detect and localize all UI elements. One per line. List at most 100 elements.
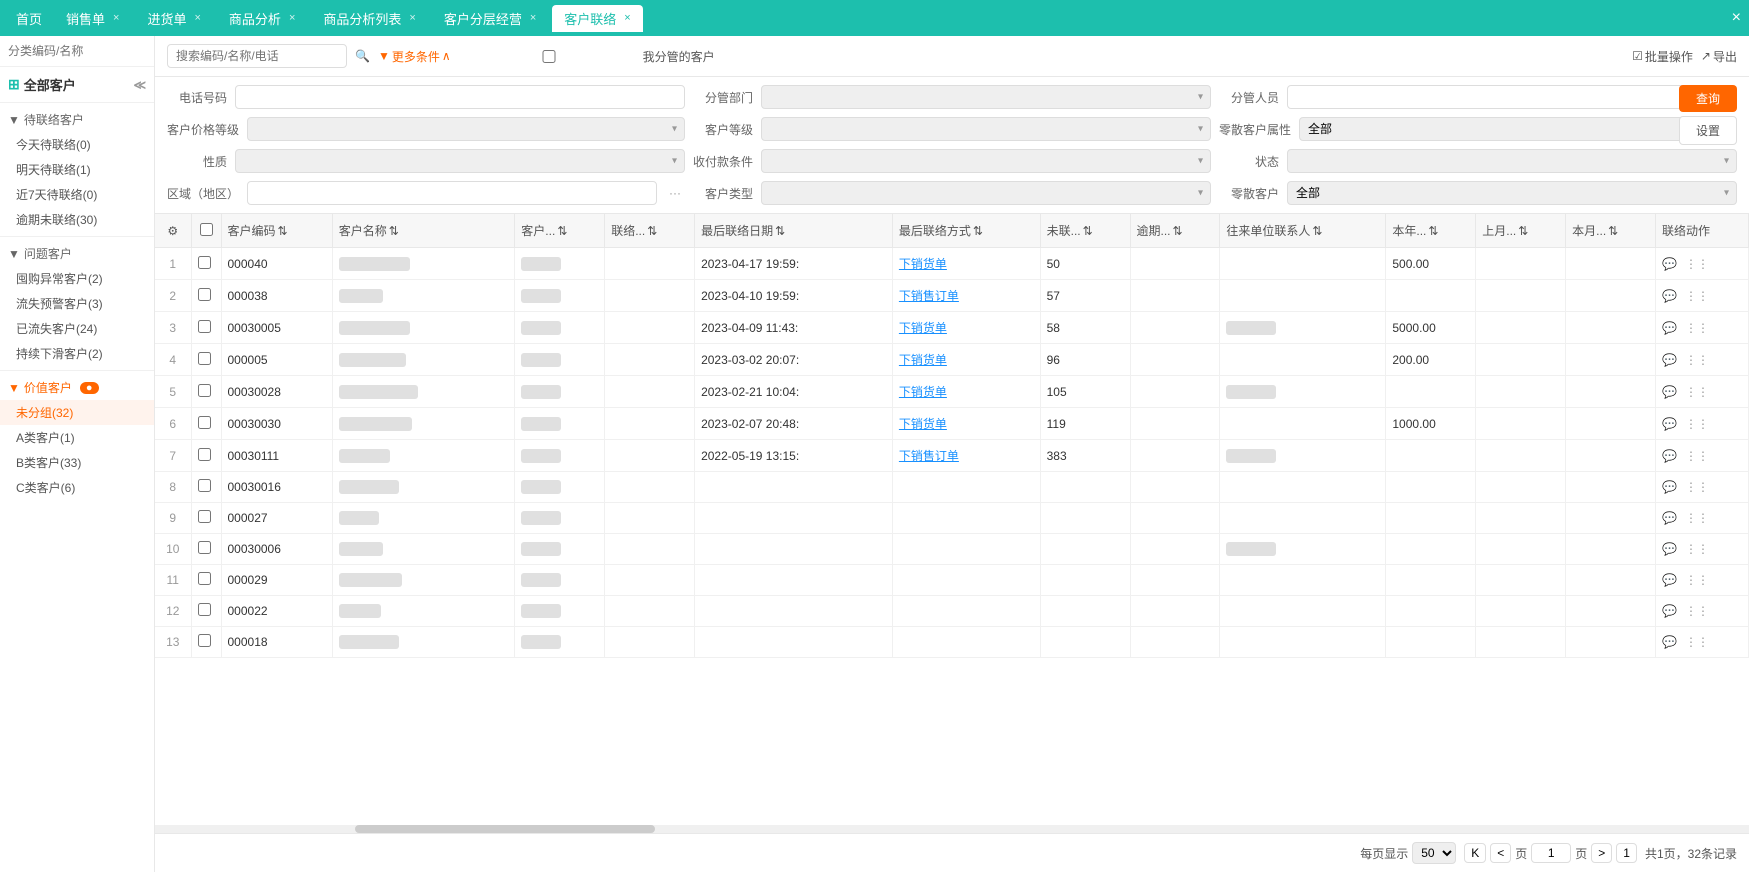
col-overdue[interactable]: 逾期...⇅	[1130, 214, 1220, 248]
message-icon[interactable]: 💬	[1662, 353, 1677, 367]
collapse-sidebar-button[interactable]: ≪	[133, 78, 146, 92]
last-contact-type[interactable]	[892, 627, 1040, 658]
category-search-input[interactable]	[8, 44, 155, 58]
message-icon[interactable]: 💬	[1662, 604, 1677, 618]
customer-name[interactable]	[332, 312, 515, 344]
sidebar-item-overdue-contact[interactable]: 逾期未联络(30)	[0, 207, 154, 232]
customer-type-select[interactable]	[761, 181, 1211, 205]
last-contact-type[interactable]: 下销货单	[892, 408, 1040, 440]
sidebar-group-problem-customers[interactable]: ▼ 问题客户	[0, 241, 154, 266]
retail-customer-select[interactable]: 全部	[1287, 181, 1737, 205]
sidebar-item-tomorrow-contact[interactable]: 明天待联络(1)	[0, 157, 154, 182]
customer-name[interactable]	[332, 376, 515, 408]
col-name[interactable]: 客户名称⇅	[332, 214, 515, 248]
message-icon[interactable]: 💬	[1662, 417, 1677, 431]
tab-purchase-order[interactable]: 进货单 ×	[135, 5, 212, 32]
select-all-checkbox[interactable]	[200, 223, 213, 236]
row-checkbox[interactable]	[191, 248, 221, 280]
manager-input[interactable]	[1287, 85, 1709, 109]
more-actions-icon[interactable]: ⋮⋮	[1685, 511, 1709, 525]
message-icon[interactable]: 💬	[1662, 257, 1677, 271]
customer-level-select[interactable]	[761, 117, 1211, 141]
sidebar-item-7day-contact[interactable]: 近7天待联络(0)	[0, 182, 154, 207]
row-checkbox[interactable]	[191, 376, 221, 408]
row-checkbox[interactable]	[191, 565, 221, 596]
export-button[interactable]: ↗ 导出	[1701, 48, 1737, 65]
my-customers-check[interactable]	[459, 50, 639, 63]
sidebar-item-declining[interactable]: 持续下滑客户(2)	[0, 341, 154, 366]
customer-name[interactable]	[332, 534, 515, 565]
last-contact-type[interactable]: 下销售订单	[892, 440, 1040, 472]
more-actions-icon[interactable]: ⋮⋮	[1685, 257, 1709, 271]
price-level-select[interactable]	[247, 117, 685, 141]
per-page-select[interactable]: 50	[1412, 842, 1456, 864]
more-conditions-button[interactable]: ▼ 更多条件 ∧	[378, 48, 451, 65]
sidebar-item-churn-warning[interactable]: 流失预警客户(3)	[0, 291, 154, 316]
retail-attr-select[interactable]: 全部	[1299, 117, 1737, 141]
last-page-button[interactable]: 1	[1616, 843, 1637, 863]
message-icon[interactable]: 💬	[1662, 480, 1677, 494]
row-checkbox[interactable]	[191, 344, 221, 376]
home-tab[interactable]: 首页	[8, 5, 50, 32]
last-contact-type[interactable]: 下销货单	[892, 376, 1040, 408]
sidebar-group-value-customers[interactable]: ▼ 价值客户 ●	[0, 375, 154, 400]
row-checkbox[interactable]	[191, 534, 221, 565]
row-checkbox[interactable]	[191, 440, 221, 472]
tab-product-analysis[interactable]: 商品分析 ×	[217, 5, 307, 32]
batch-operation-button[interactable]: ☑ 批量操作	[1632, 48, 1693, 65]
customer-name[interactable]	[332, 596, 515, 627]
message-icon[interactable]: 💬	[1662, 542, 1677, 556]
close-purchase-order-icon[interactable]: ×	[194, 12, 200, 24]
row-select-checkbox[interactable]	[198, 288, 211, 301]
sidebar-group-pending-contact[interactable]: ▼ 待联络客户	[0, 107, 154, 132]
col-unlink-days[interactable]: 未联...⇅	[1040, 214, 1130, 248]
row-checkbox[interactable]	[191, 408, 221, 440]
row-select-checkbox[interactable]	[198, 479, 211, 492]
col-cat[interactable]: 客户...⇅	[515, 214, 605, 248]
col-partner[interactable]: 往来单位联系人⇅	[1220, 214, 1386, 248]
row-select-checkbox[interactable]	[198, 448, 211, 461]
row-select-checkbox[interactable]	[198, 320, 211, 333]
row-checkbox[interactable]	[191, 312, 221, 344]
close-product-analysis-list-icon[interactable]: ×	[409, 12, 415, 24]
sidebar-item-class-c[interactable]: C类客户(6)	[0, 475, 154, 500]
last-contact-type[interactable]: 下销售订单	[892, 280, 1040, 312]
first-page-button[interactable]: K	[1464, 843, 1486, 863]
row-select-checkbox[interactable]	[198, 352, 211, 365]
row-checkbox[interactable]	[191, 280, 221, 312]
next-page-button[interactable]: >	[1591, 843, 1612, 863]
last-contact-type[interactable]	[892, 596, 1040, 627]
more-actions-icon[interactable]: ⋮⋮	[1685, 417, 1709, 431]
customer-name[interactable]	[332, 440, 515, 472]
row-select-checkbox[interactable]	[198, 510, 211, 523]
tab-product-analysis-list[interactable]: 商品分析列表 ×	[311, 5, 427, 32]
message-icon[interactable]: 💬	[1662, 321, 1677, 335]
message-icon[interactable]: 💬	[1662, 511, 1677, 525]
last-contact-type[interactable]	[892, 472, 1040, 503]
last-contact-type[interactable]: 下销货单	[892, 344, 1040, 376]
last-contact-type[interactable]: 下销货单	[892, 248, 1040, 280]
more-actions-icon[interactable]: ⋮⋮	[1685, 573, 1709, 587]
close-customer-contact-icon[interactable]: ×	[624, 12, 630, 24]
search-input[interactable]	[167, 44, 347, 68]
row-checkbox[interactable]	[191, 503, 221, 534]
gender-select[interactable]	[235, 149, 685, 173]
customer-name[interactable]	[332, 565, 515, 596]
col-this-month[interactable]: 本月...⇅	[1566, 214, 1656, 248]
row-select-checkbox[interactable]	[198, 416, 211, 429]
col-last-type[interactable]: 最后联络方式⇅	[892, 214, 1040, 248]
phone-input[interactable]	[235, 85, 685, 109]
region-input[interactable]	[247, 181, 657, 205]
more-actions-icon[interactable]: ⋮⋮	[1685, 321, 1709, 335]
customer-name[interactable]	[332, 627, 515, 658]
col-this-year[interactable]: 本年...⇅	[1386, 214, 1476, 248]
customer-name[interactable]	[332, 408, 515, 440]
close-product-analysis-icon[interactable]: ×	[289, 12, 295, 24]
customer-name[interactable]	[332, 503, 515, 534]
scrollbar-thumb[interactable]	[355, 825, 655, 833]
sidebar-item-ungroup[interactable]: 未分组(32)	[0, 400, 154, 425]
row-checkbox[interactable]	[191, 627, 221, 658]
row-checkbox[interactable]	[191, 596, 221, 627]
row-select-checkbox[interactable]	[198, 384, 211, 397]
col-contact[interactable]: 联络...⇅	[605, 214, 695, 248]
